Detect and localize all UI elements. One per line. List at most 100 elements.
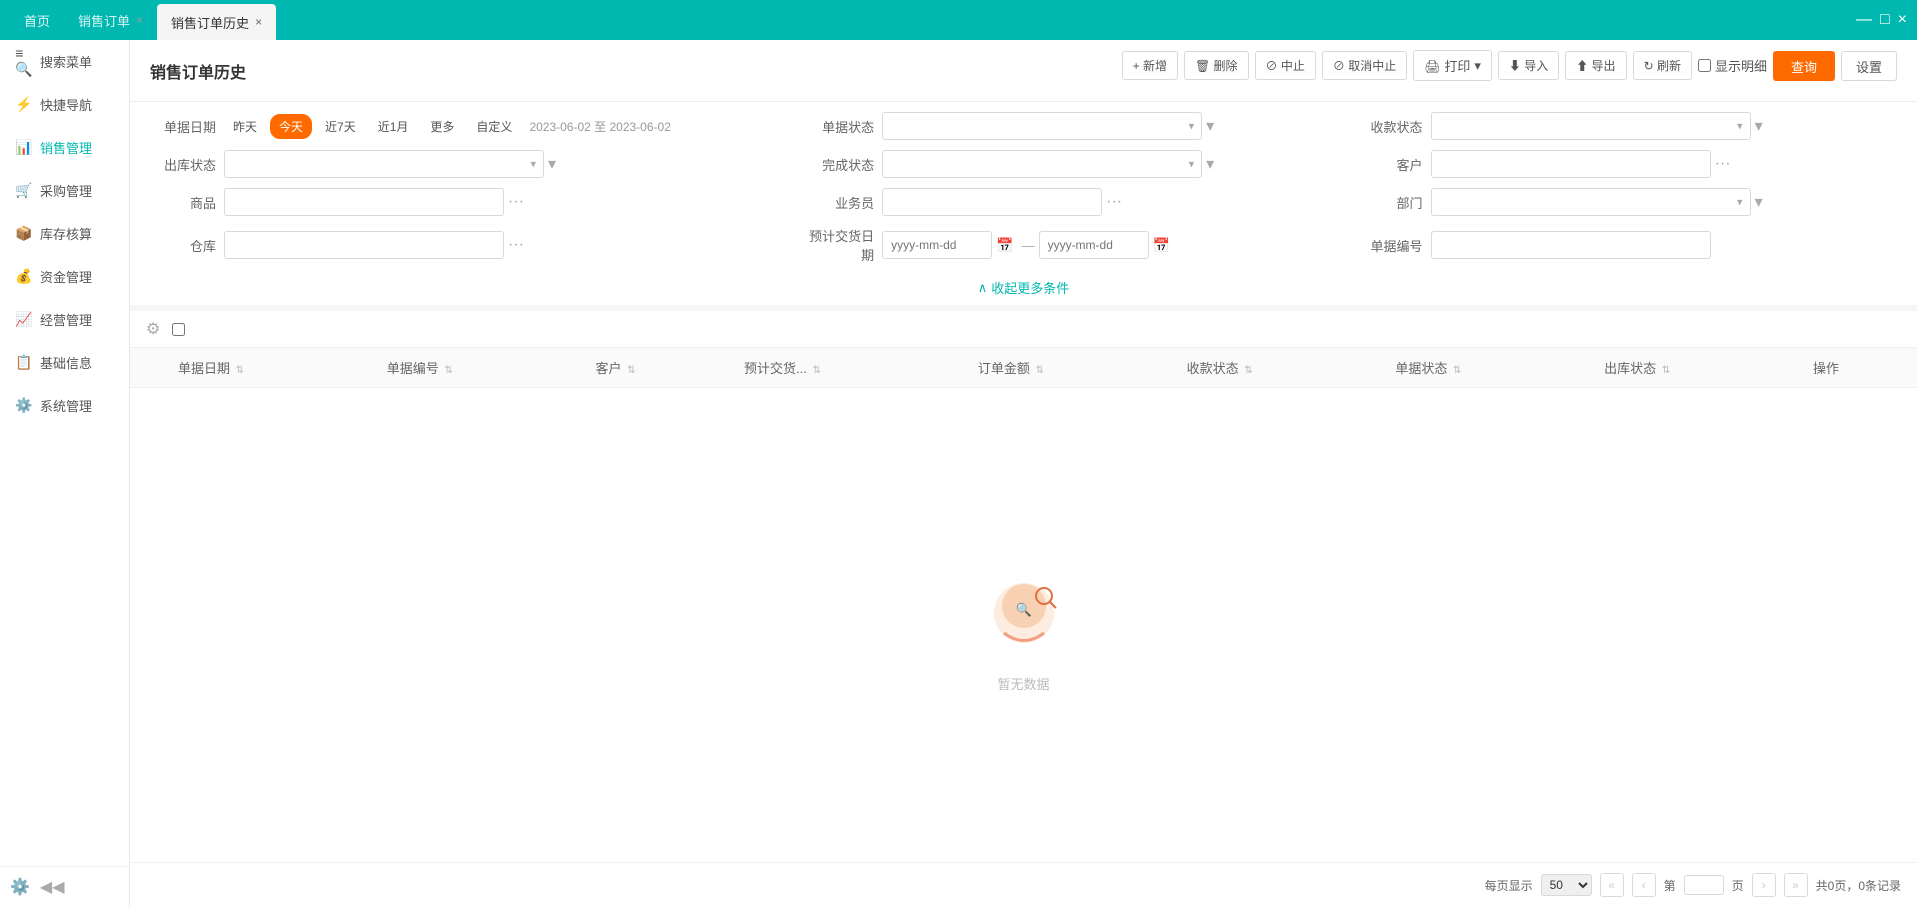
date-last1m-btn[interactable]: 近1月 (369, 114, 418, 139)
date-filter-cell: 单据日期 昨天 今天 近7天 近1月 更多 自定义 2023-06-02 至 2… (146, 114, 804, 139)
th-pay-status[interactable]: 收款状态 ⇅ (1175, 348, 1384, 388)
tab-sales-order-history-close[interactable]: × (255, 15, 262, 29)
quick-nav-icon: ⚡ (16, 97, 32, 113)
sort-pay-icon[interactable]: ⇅ (1244, 365, 1252, 376)
finance-icon: 💰 (16, 269, 32, 285)
date-separator: — (1022, 238, 1035, 253)
th-out-status[interactable]: 出库状态 ⇅ (1592, 348, 1801, 388)
tab-sales-order[interactable]: 销售订单 × (64, 0, 157, 40)
sidebar-settings-btn[interactable]: ⚙️ (10, 877, 30, 897)
new-btn[interactable]: + 新增 (1122, 51, 1178, 80)
table-area: ⚙ 单据日期 ⇅ 单据编号 ⇅ (130, 311, 1917, 862)
refresh-btn[interactable]: ↻ 刷新 (1633, 51, 1692, 80)
customer-input[interactable] (1431, 150, 1711, 178)
pay-status-select[interactable] (1431, 112, 1751, 140)
status-select[interactable] (882, 112, 1202, 140)
tab-sales-order-history[interactable]: 销售订单历史 × (157, 4, 276, 40)
sort-out-icon[interactable]: ⇅ (1662, 365, 1670, 376)
sidebar-item-sys-mgmt[interactable]: ⚙️ 系统管理 (0, 384, 129, 427)
sort-customer-icon[interactable]: ⇅ (627, 365, 635, 376)
show-detail-checkbox[interactable] (1698, 59, 1711, 72)
goods-input[interactable] (224, 188, 504, 216)
query-btn[interactable]: 查询 (1773, 51, 1835, 81)
delivery-status-label: 出库状态 (146, 155, 216, 174)
sidebar-item-purchase-mgmt[interactable]: 🛒 采购管理 (0, 169, 129, 212)
delete-btn[interactable]: 🗑 删除 (1184, 51, 1249, 80)
sidebar-item-ops[interactable]: 📈 经营管理 (0, 298, 129, 341)
tab-sales-order-close[interactable]: × (136, 13, 143, 27)
delivery-status-select[interactable] (224, 150, 544, 178)
sort-date-icon[interactable]: ⇅ (236, 365, 244, 376)
page-input[interactable]: 1 (1684, 875, 1724, 895)
filter-row-2: 出库状态 ▾ 完成状态 ▾ 客户 ··· (146, 150, 1901, 178)
export-btn[interactable]: ⬆ 导出 (1565, 51, 1626, 80)
warehouse-dots[interactable]: ··· (508, 236, 524, 254)
date-more-btn[interactable]: 更多 (421, 114, 463, 139)
sort-doc-icon[interactable]: ⇅ (1453, 365, 1461, 376)
calendar-start-icon[interactable]: 📅 (996, 237, 1013, 254)
sort-delivery-icon[interactable]: ⇅ (812, 365, 820, 376)
goods-dots[interactable]: ··· (508, 193, 524, 211)
th-no[interactable]: 单据编号 ⇅ (375, 348, 584, 388)
select-all-checkbox[interactable] (172, 323, 185, 336)
goods-label: 商品 (146, 193, 216, 212)
minimize-btn[interactable]: — (1856, 11, 1872, 29)
warehouse-input[interactable] (224, 231, 504, 259)
table-settings-btn[interactable]: ⚙ (146, 319, 160, 339)
sidebar-item-sales-mgmt[interactable]: 📊 销售管理 (0, 126, 129, 169)
window-controls: — □ × (1856, 11, 1907, 29)
salesman-dots[interactable]: ··· (1106, 193, 1122, 211)
sidebar-item-finance[interactable]: 💰 资金管理 (0, 255, 129, 298)
th-customer[interactable]: 客户 ⇅ (584, 348, 732, 388)
sort-amount-icon[interactable]: ⇅ (1036, 365, 1044, 376)
restore-btn[interactable]: □ (1880, 11, 1890, 29)
import-btn[interactable]: ⬇ 导入 (1498, 51, 1559, 80)
delivery-date-end[interactable] (1039, 231, 1149, 259)
th-doc-status[interactable]: 单据状态 ⇅ (1383, 348, 1592, 388)
th-amount[interactable]: 订单金额 ⇅ (966, 348, 1175, 388)
th-date[interactable]: 单据日期 ⇅ (166, 348, 375, 388)
stop-btn[interactable]: ⊘ 中止 (1255, 51, 1316, 80)
order-no-cell: 单据编号 (1353, 231, 1901, 259)
sidebar-item-search-menu[interactable]: ≡🔍 搜索菜单 (0, 40, 129, 83)
first-page-btn[interactable]: « (1600, 873, 1624, 897)
prev-page-btn[interactable]: ‹ (1632, 873, 1656, 897)
salesman-cell: 业务员 ··· (804, 188, 1352, 216)
date-last7-btn[interactable]: 近7天 (316, 114, 365, 139)
complete-status-select[interactable] (882, 150, 1202, 178)
purchase-mgmt-icon: 🛒 (16, 183, 32, 199)
order-no-label: 单据编号 (1353, 236, 1423, 255)
next-page-btn[interactable]: › (1752, 873, 1776, 897)
sort-no-icon[interactable]: ⇅ (444, 365, 452, 376)
show-detail-toggle[interactable]: 显示明细 (1698, 56, 1767, 75)
delivery-date-start[interactable] (882, 231, 992, 259)
print-btn[interactable]: 🖨 打印 ▾ (1413, 50, 1492, 81)
top-bar: 首页 销售订单 × 销售订单历史 × — □ × (0, 0, 1917, 40)
sidebar-collapse-btn[interactable]: ◀◀ (40, 877, 65, 897)
filter-row-3: 商品 ··· 业务员 ··· 部门 ▾ (146, 188, 1901, 216)
dept-select[interactable] (1431, 188, 1751, 216)
cancel-stop-btn[interactable]: ⊘ 取消中止 (1322, 51, 1407, 80)
salesman-input[interactable] (882, 188, 1102, 216)
filter-row-4: 仓库 ··· 预计交货日期 📅 — 📅 单据编号 (146, 226, 1901, 264)
last-page-btn[interactable]: » (1784, 873, 1808, 897)
sidebar-item-basic-info[interactable]: 📋 基础信息 (0, 341, 129, 384)
customer-dots[interactable]: ··· (1715, 155, 1731, 173)
close-btn[interactable]: × (1898, 11, 1907, 29)
sidebar-item-inventory[interactable]: 📦 库存核算 (0, 212, 129, 255)
th-delivery[interactable]: 预计交货... ⇅ (732, 348, 966, 388)
date-yesterday-btn[interactable]: 昨天 (224, 114, 266, 139)
table-toolbar: ⚙ (130, 311, 1917, 348)
page-size-select[interactable]: 50 10 20 100 (1541, 874, 1592, 896)
sidebar-item-quick-nav[interactable]: ⚡ 快捷导航 (0, 83, 129, 126)
date-today-btn[interactable]: 今天 (270, 114, 312, 139)
order-no-input[interactable] (1431, 231, 1711, 259)
ops-icon: 📈 (16, 312, 32, 328)
customer-cell: 客户 ··· (1353, 150, 1901, 178)
tab-home[interactable]: 首页 (10, 11, 64, 30)
date-custom-btn[interactable]: 自定义 (467, 114, 521, 139)
calendar-end-icon[interactable]: 📅 (1153, 237, 1170, 254)
collapse-row[interactable]: ∧ 收起更多条件 (146, 274, 1901, 301)
set-btn[interactable]: 设置 (1841, 51, 1897, 81)
print-dropdown-icon: ▾ (1474, 58, 1481, 74)
